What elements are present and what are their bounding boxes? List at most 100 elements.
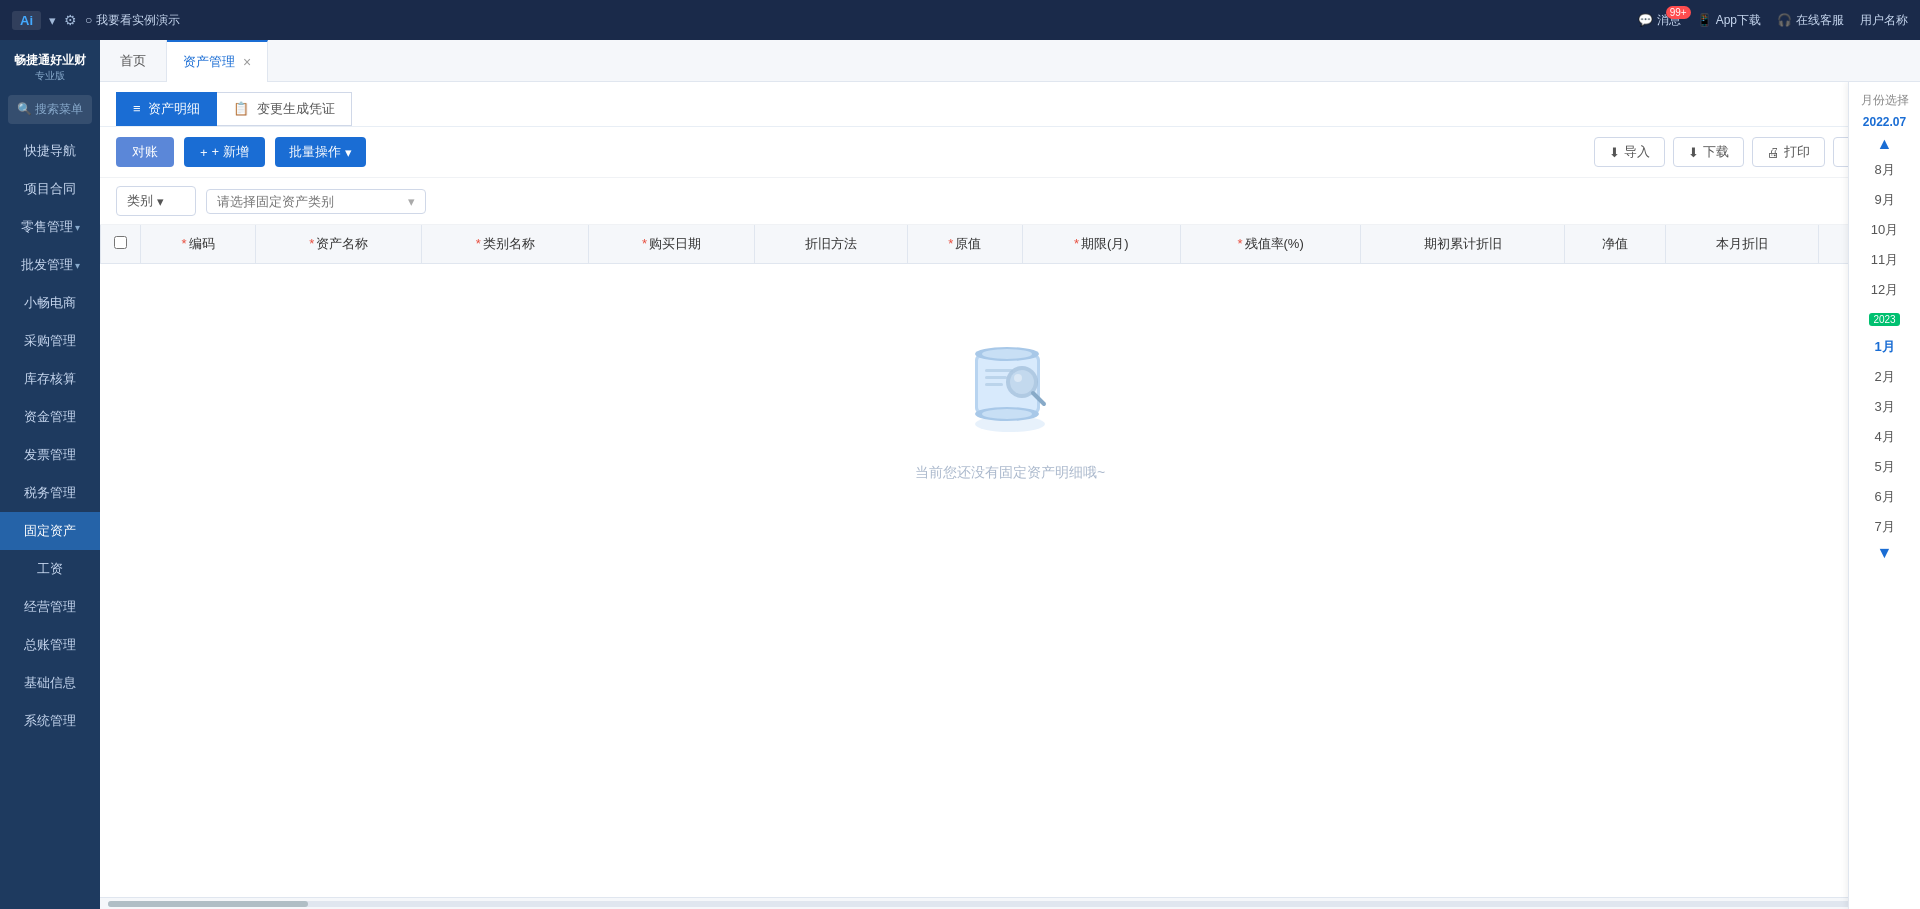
- month-item-5[interactable]: 5月: [1849, 452, 1920, 482]
- sidebar-item-retail[interactable]: 零售管理 ▾: [0, 208, 100, 246]
- sidebar-item-tax[interactable]: 税务管理: [0, 474, 100, 512]
- tab-home-label: 首页: [120, 52, 146, 70]
- svg-point-8: [1010, 370, 1034, 394]
- voucher-icon: 📋: [233, 101, 249, 116]
- sub-tab-detail[interactable]: ≡ 资产明细: [116, 92, 217, 126]
- sidebar-item-basic[interactable]: 基础信息: [0, 664, 100, 702]
- sidebar-item-project[interactable]: 项目合同: [0, 170, 100, 208]
- online-service-button[interactable]: 🎧 在线客服: [1777, 12, 1844, 29]
- category-label: 类别: [127, 192, 153, 210]
- app-label: App下载: [1716, 12, 1761, 29]
- batch-ops-button[interactable]: 批量操作 ▾: [275, 137, 366, 167]
- sidebar-item-ecommerce[interactable]: 小畅电商: [0, 284, 100, 322]
- month-panel-title: 月份选择: [1861, 82, 1909, 113]
- col-accumulated: 期初累计折旧: [1361, 225, 1565, 264]
- app-download-button[interactable]: 📱 App下载: [1697, 12, 1761, 29]
- svg-point-4: [982, 349, 1032, 359]
- month-panel: 月份选择 2022.07 ▲ 8月 9月 10月 11月 12月 2023 1月…: [1848, 82, 1920, 909]
- demo-label: 我要看实例演示: [96, 12, 180, 29]
- svg-point-9: [1014, 374, 1022, 382]
- month-up-arrow[interactable]: ▲: [1877, 133, 1893, 155]
- tab-asset-mgmt[interactable]: 资产管理 ×: [167, 40, 268, 82]
- download-icon: ⬇: [1688, 145, 1699, 160]
- col-original-value: *原值: [907, 225, 1022, 264]
- sidebar-search[interactable]: 🔍 搜索菜单: [8, 95, 92, 124]
- demo-circle-icon: ○: [85, 13, 92, 27]
- svg-point-6: [982, 409, 1032, 419]
- month-item-10[interactable]: 10月: [1849, 215, 1920, 245]
- detail-icon: ≡: [133, 101, 141, 116]
- scroll-bar[interactable]: [100, 897, 1920, 909]
- col-name: *资产名称: [255, 225, 421, 264]
- sidebar-item-label: 库存核算: [24, 370, 76, 388]
- sidebar-item-inventory[interactable]: 库存核算: [0, 360, 100, 398]
- reconcile-button[interactable]: 对账: [116, 137, 174, 167]
- month-item-4[interactable]: 4月: [1849, 422, 1920, 452]
- add-button[interactable]: + + 新增: [184, 137, 265, 167]
- sidebar-item-label: 批发管理: [21, 256, 73, 274]
- month-item-11[interactable]: 11月: [1849, 245, 1920, 275]
- print-button[interactable]: 🖨 打印: [1752, 137, 1825, 167]
- download-button[interactable]: ⬇ 下载: [1673, 137, 1744, 167]
- service-label: 在线客服: [1796, 12, 1844, 29]
- demo-link[interactable]: ○ 我要看实例演示: [85, 12, 180, 29]
- col-checkbox: [101, 225, 141, 264]
- arrow-icon: ▾: [75, 260, 80, 271]
- top-bar-right: 💬 消息 99+ 📱 App下载 🎧 在线客服 用户名称: [1638, 12, 1908, 29]
- tab-home[interactable]: 首页: [100, 40, 167, 82]
- month-item-8[interactable]: 8月: [1849, 155, 1920, 185]
- import-label: 导入: [1624, 143, 1650, 161]
- message-button[interactable]: 💬 消息 99+: [1638, 12, 1681, 29]
- sidebar-item-finance[interactable]: 资金管理: [0, 398, 100, 436]
- tab-close-icon[interactable]: ×: [243, 55, 251, 69]
- category-select[interactable]: 类别 ▾: [116, 186, 196, 216]
- month-item-3[interactable]: 3月: [1849, 392, 1920, 422]
- sidebar-item-label: 零售管理: [21, 218, 73, 236]
- col-residual-rate: *残值率(%): [1180, 225, 1361, 264]
- sidebar-item-quicknav[interactable]: 快捷导航: [0, 132, 100, 170]
- sidebar-item-operations[interactable]: 经营管理: [0, 588, 100, 626]
- sidebar-item-label: 项目合同: [24, 180, 76, 198]
- filter-dropdown-icon: ▾: [157, 194, 164, 209]
- sidebar-item-ledger[interactable]: 总账管理: [0, 626, 100, 664]
- sidebar-item-purchase[interactable]: 采购管理: [0, 322, 100, 360]
- empty-state: 当前您还没有固定资产明细哦~: [100, 264, 1920, 542]
- month-item-6[interactable]: 6月: [1849, 482, 1920, 512]
- company-name[interactable]: Ai: [12, 11, 41, 30]
- sub-tab-voucher[interactable]: 📋 变更生成凭证: [216, 92, 352, 126]
- settings-icon[interactable]: ⚙: [64, 12, 77, 28]
- sidebar-item-salary[interactable]: 工资: [0, 550, 100, 588]
- month-item-7-current[interactable]: 7月: [1849, 512, 1920, 542]
- dropdown-icon[interactable]: ▾: [49, 13, 56, 28]
- month-item-1[interactable]: 1月: [1849, 332, 1920, 362]
- batch-ops-label: 批量操作: [289, 143, 341, 161]
- filter-row: 类别 ▾ ▾: [100, 178, 1920, 225]
- sidebar-item-label: 总账管理: [24, 636, 76, 654]
- toolbar: 对账 + + 新增 批量操作 ▾ ⬇ 导入 ⬇ 下载: [100, 127, 1920, 178]
- month-item-12[interactable]: 12月: [1849, 275, 1920, 305]
- search-icon: 🔍: [17, 102, 32, 116]
- sidebar-item-label: 基础信息: [24, 674, 76, 692]
- assets-table: *编码 *资产名称 *类别名称 *购买日期 折旧方法 *原值 *期限(月) *残…: [100, 225, 1920, 264]
- ai-label: Ai: [20, 13, 33, 28]
- import-button[interactable]: ⬇ 导入: [1594, 137, 1665, 167]
- user-info[interactable]: 用户名称: [1860, 12, 1908, 29]
- sidebar-item-invoice[interactable]: 发票管理: [0, 436, 100, 474]
- select-all-checkbox[interactable]: [114, 236, 127, 249]
- month-down-arrow[interactable]: ▼: [1877, 542, 1893, 564]
- main-layout: 畅捷通好业财 专业版 🔍 搜索菜单 快捷导航 项目合同 零售管理 ▾ 批发管理: [0, 40, 1920, 909]
- tab-asset-label: 资产管理: [183, 53, 235, 71]
- col-code: *编码: [141, 225, 256, 264]
- category-input[interactable]: [217, 194, 408, 209]
- sidebar-item-label: 工资: [37, 560, 63, 578]
- sidebar-item-wholesale[interactable]: 批发管理 ▾: [0, 246, 100, 284]
- sidebar-item-system[interactable]: 系统管理: [0, 702, 100, 740]
- top-bar: Ai ▾ ⚙ ○ 我要看实例演示 💬 消息 99+ 📱 App下载 🎧 在线客服…: [0, 0, 1920, 40]
- add-label: + 新增: [212, 143, 249, 161]
- sidebar-item-fixed-assets[interactable]: 固定资产: [0, 512, 100, 550]
- month-item-2[interactable]: 2月: [1849, 362, 1920, 392]
- month-item-9[interactable]: 9月: [1849, 185, 1920, 215]
- year-badge: 2023: [1869, 313, 1899, 326]
- add-icon: +: [200, 145, 208, 160]
- input-dropdown-icon: ▾: [408, 194, 415, 209]
